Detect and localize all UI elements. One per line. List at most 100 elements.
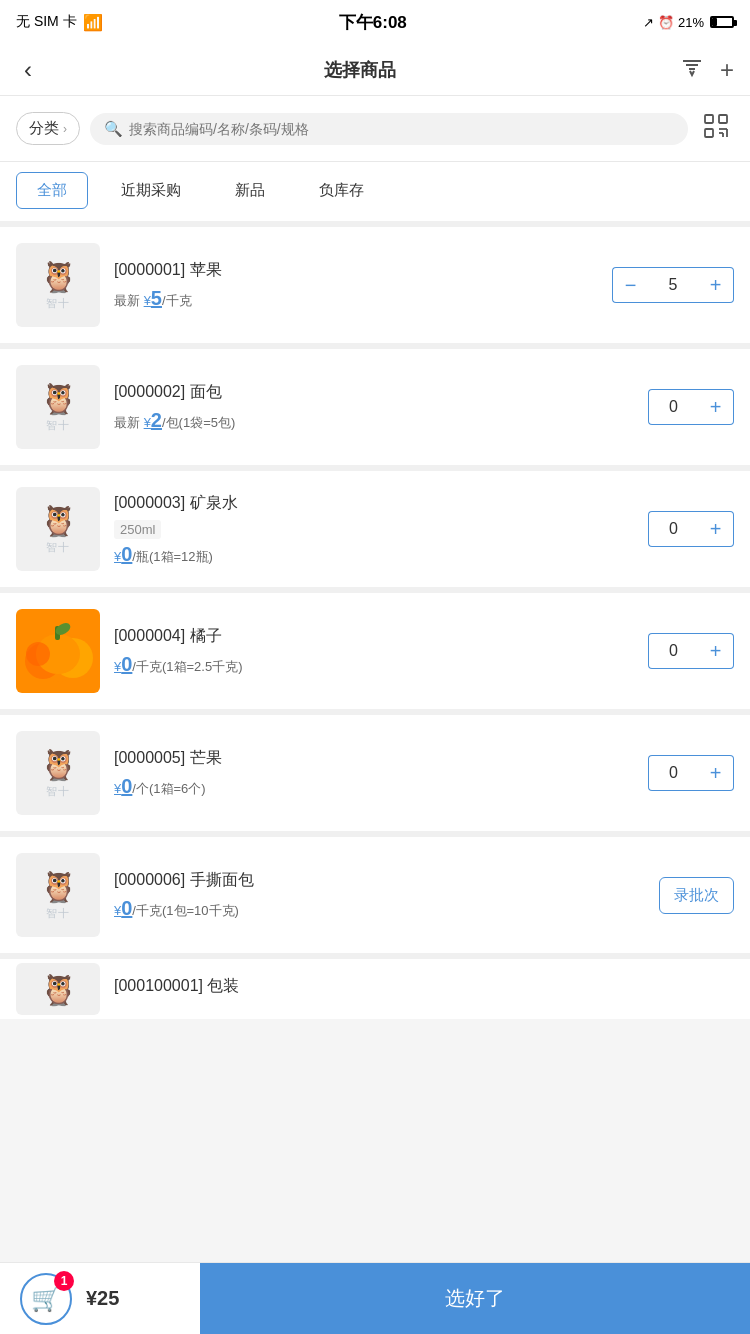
owl-logo: 🦉 智十 (40, 381, 77, 433)
owl-icon: 🦉 (40, 381, 77, 416)
carrier-label: 无 SIM 卡 (16, 13, 77, 31)
product-controls-0000006: 录批次 (659, 877, 734, 914)
nav-bar: ‹ 选择商品 + (0, 44, 750, 96)
product-controls-0000003: + (648, 511, 734, 547)
svg-rect-3 (705, 115, 713, 123)
product-info-0000002: [0000002] 面包 最新 ¥2/包(1袋=5包) (114, 382, 634, 432)
product-list: 🦉 智十 [0000001] 苹果 最新 ¥5/千克 − + 🦉 智十 [000… (0, 227, 750, 1019)
confirm-button[interactable]: 选好了 (200, 1263, 750, 1334)
product-image-0000004 (16, 609, 100, 693)
batch-record-button-0000006[interactable]: 录批次 (659, 877, 734, 914)
list-item: 🦉 智十 [0000005] 芒果 ¥0/个(1箱=6个) + (0, 715, 750, 831)
quantity-input-0000005[interactable] (648, 755, 698, 791)
price-unit: /千克 (162, 293, 192, 308)
tab-new[interactable]: 新品 (214, 172, 286, 209)
quantity-plus-0000002[interactable]: + (698, 389, 734, 425)
cart-icon: 🛒 (31, 1285, 61, 1313)
brand-text: 智十 (46, 540, 70, 555)
product-name-0000004: [0000004] 橘子 (114, 626, 634, 647)
time-label: 下午6:08 (339, 11, 407, 34)
quantity-plus-0000001[interactable]: + (698, 267, 734, 303)
category-button[interactable]: 分类 › (16, 112, 80, 145)
price-currency: ¥ (144, 415, 151, 430)
brand-text: 智十 (46, 784, 70, 799)
price-amount: 0 (121, 775, 132, 797)
owl-logo: 🦉 智十 (40, 747, 77, 799)
status-right: ↗ ⏰ 21% (643, 15, 734, 30)
product-name-0000001: [0000001] 苹果 (114, 260, 598, 281)
tab-negative-stock[interactable]: 负库存 (298, 172, 385, 209)
search-input[interactable] (129, 121, 674, 137)
quantity-input-0000001[interactable] (648, 267, 698, 303)
category-label: 分类 (29, 119, 59, 138)
product-price-0000006: ¥0/千克(1包=10千克) (114, 897, 645, 920)
price-unit: /个(1箱=6个) (132, 781, 205, 796)
tab-recent[interactable]: 近期采购 (100, 172, 202, 209)
product-price-0000002: 最新 ¥2/包(1袋=5包) (114, 409, 634, 432)
tab-all[interactable]: 全部 (16, 172, 88, 209)
owl-icon: 🦉 (40, 972, 77, 1007)
product-image-0000006: 🦉 智十 (16, 853, 100, 937)
status-bar: 无 SIM 卡 📶 下午6:08 ↗ ⏰ 21% (0, 0, 750, 44)
scan-icon[interactable] (698, 108, 734, 149)
product-image-0000005: 🦉 智十 (16, 731, 100, 815)
wifi-icon: 📶 (83, 13, 103, 32)
product-controls-0000004: + (648, 633, 734, 669)
quantity-input-0000002[interactable] (648, 389, 698, 425)
price-unit: /包(1袋=5包) (162, 415, 235, 430)
price-amount: 0 (121, 897, 132, 919)
quantity-input-0000003[interactable] (648, 511, 698, 547)
quantity-plus-0000004[interactable]: + (698, 633, 734, 669)
product-info-0000003: [0000003] 矿泉水 250ml ¥0/瓶(1箱=12瓶) (114, 493, 634, 566)
location-icon: ↗ (643, 15, 654, 30)
page-title: 选择商品 (324, 58, 396, 82)
quantity-plus-0000005[interactable]: + (698, 755, 734, 791)
cart-total: ¥25 (86, 1287, 119, 1310)
price-label: 最新 (114, 293, 144, 308)
svg-rect-4 (719, 115, 727, 123)
cart-section: 🛒 1 ¥25 (0, 1273, 200, 1325)
product-price-0000004: ¥0/千克(1箱=2.5千克) (114, 653, 634, 676)
list-item: [0000004] 橘子 ¥0/千克(1箱=2.5千克) + (0, 593, 750, 709)
product-info-0000006: [0000006] 手撕面包 ¥0/千克(1包=10千克) (114, 870, 645, 920)
back-button[interactable]: ‹ (16, 48, 40, 92)
product-image-0000003: 🦉 智十 (16, 487, 100, 571)
filter-icon[interactable] (680, 55, 704, 84)
quantity-input-0000004[interactable] (648, 633, 698, 669)
price-amount: 0 (121, 653, 132, 675)
quantity-plus-0000003[interactable]: + (698, 511, 734, 547)
price-unit: /千克(1包=10千克) (132, 903, 239, 918)
price-unit: /千克(1箱=2.5千克) (132, 659, 242, 674)
search-area: 分类 › 🔍 (0, 96, 750, 162)
product-info-0000001: [0000001] 苹果 最新 ¥5/千克 (114, 260, 598, 310)
brand-text: 智十 (46, 296, 70, 311)
list-item-partial: 🦉 [000100001] 包装 (0, 959, 750, 1019)
list-item: 🦉 智十 [0000001] 苹果 最新 ¥5/千克 − + (0, 227, 750, 343)
svg-point-15 (26, 642, 50, 666)
owl-icon: 🦉 (40, 259, 77, 294)
price-label: 最新 (114, 415, 144, 430)
owl-logo: 🦉 智十 (40, 503, 77, 555)
filter-tabs: 全部 近期采购 新品 负库存 (0, 162, 750, 227)
brand-text: 智十 (46, 418, 70, 433)
price-amount: 2 (151, 409, 162, 431)
price-currency: ¥ (144, 293, 151, 308)
owl-logo: 🦉 智十 (40, 869, 77, 921)
chevron-right-icon: › (63, 122, 67, 136)
cart-button[interactable]: 🛒 1 (20, 1273, 72, 1325)
quantity-minus-0000001[interactable]: − (612, 267, 648, 303)
product-name-0000006: [0000006] 手撕面包 (114, 870, 645, 891)
product-controls-0000001: − + (612, 267, 734, 303)
add-icon[interactable]: + (720, 56, 734, 84)
cart-badge: 1 (54, 1271, 74, 1291)
list-item: 🦉 智十 [0000002] 面包 最新 ¥2/包(1袋=5包) + (0, 349, 750, 465)
owl-logo: 🦉 智十 (40, 259, 77, 311)
battery-icon (710, 16, 734, 28)
product-price-0000003: ¥0/瓶(1箱=12瓶) (114, 543, 634, 566)
owl-icon: 🦉 (40, 869, 77, 904)
status-left: 无 SIM 卡 📶 (16, 13, 103, 32)
product-image-partial: 🦉 (16, 963, 100, 1015)
search-icon: 🔍 (104, 120, 123, 138)
owl-logo: 🦉 (40, 972, 77, 1007)
product-image-0000002: 🦉 智十 (16, 365, 100, 449)
